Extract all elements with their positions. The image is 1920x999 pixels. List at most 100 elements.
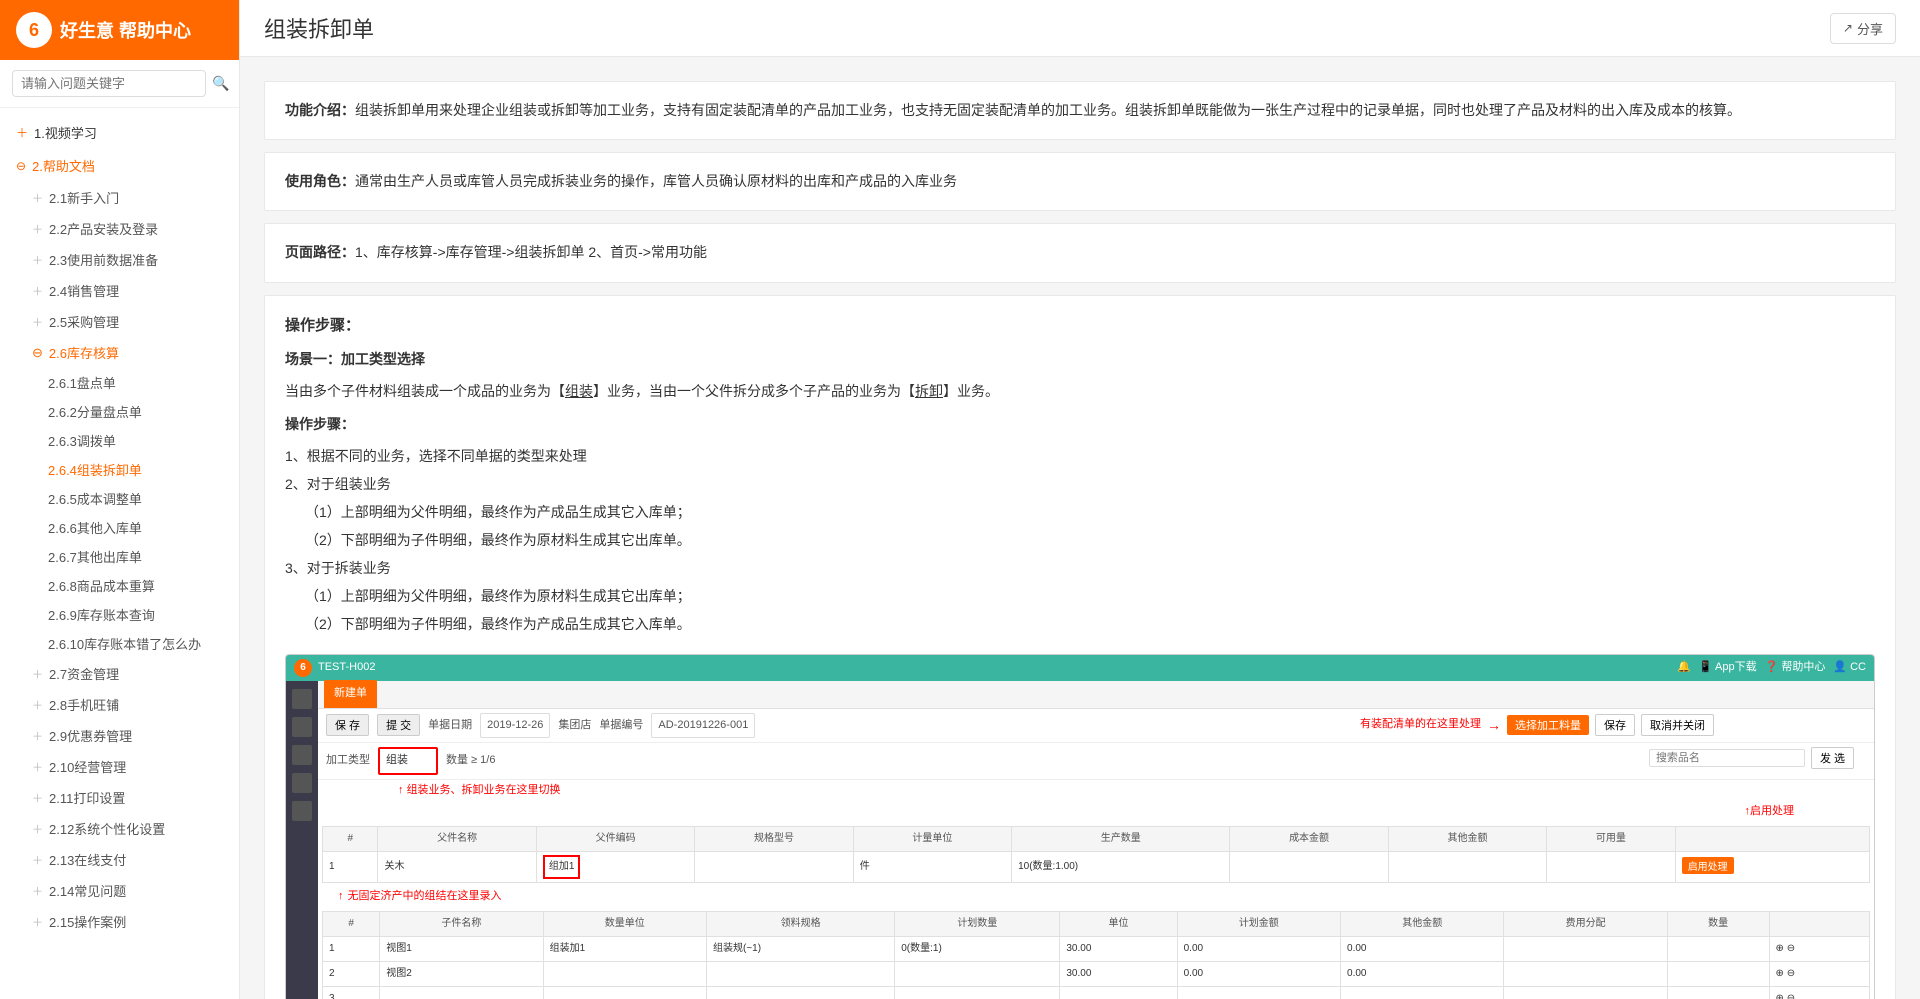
sidebar-item-costadj[interactable]: 2.6.5成本调整单 (0, 484, 239, 513)
sidebar-item-stockquery[interactable]: 2.6.9库存账本查询 (0, 600, 239, 629)
mock-cell (707, 961, 895, 986)
mock-main: 新建单 保 存 提 交 单据日期 2019-12-26 集团店 单据编号 (318, 681, 1874, 999)
expand-icon: ＋ (32, 252, 43, 268)
sidebar-item-mobile[interactable]: ＋ 2.8手机旺铺 (0, 689, 239, 720)
mock-cell: 组装加1 (543, 936, 706, 961)
sidebar-item-coupon[interactable]: ＋ 2.9优惠券管理 (0, 720, 239, 751)
main-area: 组装拆卸单 ↗ 分享 功能介绍：组装拆卸单用来处理企业组装或拆卸等加工业务，支持… (240, 0, 1920, 999)
mock-type-selector[interactable]: 组装 (378, 747, 438, 775)
mock-action-btn[interactable]: 启用处理 (1682, 857, 1734, 874)
sidebar-item-faq[interactable]: ＋ 2.14常见问题 (0, 875, 239, 906)
content-area: 功能介绍：组装拆卸单用来处理企业组装或拆卸等加工业务，支持有固定装配清单的产品加… (240, 57, 1920, 999)
path-text: 页面路径：1、库存核算->库存管理->组装拆卸单 2、首页->常用功能 (285, 240, 1875, 265)
mock-submit-btn[interactable]: 提 交 (377, 714, 420, 736)
sidebar-item-custom[interactable]: ＋ 2.12系统个性化设置 (0, 813, 239, 844)
mock-col-header: 可用量 (1547, 826, 1676, 851)
sidebar-item-label: 1.视频学习 (34, 123, 97, 142)
mock-title-icons: 🔔 📱 App下载 ❓ 帮助中心 👤 CC (1677, 658, 1866, 678)
sidebar-item-biz[interactable]: ＋ 2.10经营管理 (0, 751, 239, 782)
sidebar-item-assembly[interactable]: 2.6.4组装拆卸单 (0, 455, 239, 484)
sidebar-header: 6 好生意 帮助中心 (0, 0, 239, 60)
step1: 1、根据不同的业务，选择不同单据的类型来处理 (285, 442, 1875, 470)
mock-confirm-btn[interactable]: 发 选 (1811, 747, 1854, 769)
sidebar-item-costcalc[interactable]: 2.6.8商品成本重算 (0, 571, 239, 600)
mock-cell: 2 (323, 961, 380, 986)
sidebar-item-transfer[interactable]: 2.6.3调拨单 (0, 426, 239, 455)
mock-col-header: 成本金额 (1230, 826, 1388, 851)
page-title: 组装拆卸单 (264, 12, 374, 44)
sidebar-item-purchase[interactable]: ＋ 2.5采购管理 (0, 306, 239, 337)
sidebar-item-warehouse[interactable]: ⊖ 2.6库存核算 (0, 337, 239, 368)
mock-tabbar: 新建单 (318, 681, 1874, 709)
mock-form-toolbar: 保 存 提 交 单据日期 2019-12-26 集团店 单据编号 AD-2019… (318, 709, 1874, 744)
sub1-2: （2）下部明细为子件明细，最终作为原材料生成其它出库单。 (305, 526, 1875, 554)
mock-cell: 组装规(~1) (707, 936, 895, 961)
sidebar-item-print[interactable]: ＋ 2.11打印设置 (0, 782, 239, 813)
sidebar-item-docs[interactable]: ⊖ 2.帮助文档 (0, 149, 239, 182)
mock-search-sku[interactable] (1649, 749, 1805, 767)
mock-content-layout: 新建单 保 存 提 交 单据日期 2019-12-26 集团店 单据编号 (286, 681, 1874, 999)
role-label: 使用角色： (285, 173, 355, 189)
sub2: （1）上部明细为父件明细，最终作为原材料生成其它出库单； （2）下部明细为子件明… (285, 582, 1875, 638)
sidebar-item-otherout[interactable]: 2.6.7其他出库单 (0, 542, 239, 571)
expand-icon: ＋ (32, 314, 43, 330)
scenario1-steps-heading: 操作步骤： (285, 412, 1875, 437)
mock-cell (1667, 936, 1769, 961)
mock-save-btn[interactable]: 保 存 (326, 714, 369, 736)
mock-sidebar-icon (292, 745, 312, 765)
mock-cancel-btn[interactable]: 取消并关闭 (1641, 714, 1714, 736)
sidebar-item-sales[interactable]: ＋ 2.4销售管理 (0, 275, 239, 306)
sidebar-item-install[interactable]: ＋ 2.2产品安装及登录 (0, 213, 239, 244)
sidebar-item-data[interactable]: ＋ 2.3使用前数据准备 (0, 244, 239, 275)
sidebar-item-stockcount[interactable]: 2.6.1盘点单 (0, 368, 239, 397)
mock-col-header: 父件编码 (536, 826, 694, 851)
mock-title-text: TEST-H002 (318, 658, 375, 678)
expand-icon: ＋ (32, 666, 43, 682)
search-input[interactable] (12, 70, 206, 97)
sidebar-item-stockerror[interactable]: 2.6.10库存账本错了怎么办 (0, 629, 239, 658)
share-button[interactable]: ↗ 分享 (1830, 13, 1896, 44)
share-icon: ↗ (1843, 21, 1853, 35)
mock-cell (1504, 961, 1667, 986)
mock-col-header: 其他金额 (1341, 911, 1504, 936)
mock-top-table: # 父件名称 父件编码 规格型号 计量单位 生产数量 成本金额 其他金额 (322, 826, 1870, 883)
nav-tree: ＋ 1.视频学习 ⊖ 2.帮助文档 ＋ 2.1新手入门 ＋ 2.2产品安装及登录 (0, 108, 239, 999)
sidebar-item-partialcount[interactable]: 2.6.2分量盘点单 (0, 397, 239, 426)
mock-nobom-arrow: ↑ (338, 887, 344, 907)
mock-save-btn2[interactable]: 保存 (1595, 714, 1635, 736)
mock-col-header: 费用分配 (1504, 911, 1667, 936)
mock-sidebar-icon (292, 717, 312, 737)
nav-section-docs: ⊖ 2.帮助文档 ＋ 2.1新手入门 ＋ 2.2产品安装及登录 ＋ 2.3使用前… (0, 149, 239, 937)
mock-type-value: 组装 (386, 754, 408, 766)
sidebar-item-cases[interactable]: ＋ 2.15操作案例 (0, 906, 239, 937)
step3: 3、对于拆装业务 (285, 554, 1875, 582)
mock-annotation-nobom: ↑ 无固定济产中的组结在这里录入 (318, 887, 1874, 911)
expand-icon: ＋ (32, 790, 43, 806)
mock-cell: 0.00 (1341, 936, 1504, 961)
nav-children-docs: ＋ 2.1新手入门 ＋ 2.2产品安装及登录 ＋ 2.3使用前数据准备 ＋ 2.… (0, 182, 239, 937)
role-text: 使用角色：通常由生产人员或库管人员完成拆装业务的操作，库管人员确认原材料的出库和… (285, 169, 1875, 194)
mock-cell: 10(数量:1.00) (1012, 851, 1230, 882)
mock-titlebar: 6 TEST-H002 🔔 📱 App下载 ❓ 帮助中心 👤 CC (286, 655, 1874, 681)
sidebar-item-payment[interactable]: ＋ 2.13在线支付 (0, 844, 239, 875)
sidebar-item-newbie[interactable]: ＋ 2.1新手入门 (0, 182, 239, 213)
mock-sidebar-icon (292, 801, 312, 821)
mock-cell (543, 961, 706, 986)
mock-col-header: 计量单位 (853, 826, 1011, 851)
sidebar-item-otherin[interactable]: 2.6.6其他入库单 (0, 513, 239, 542)
collapse-icon: ⊖ (16, 159, 26, 173)
mock-cell: ⊕ ⊖ (1769, 961, 1869, 986)
mock-top-table-row: 1 关木 组加1 件 10(数量:1.00) (323, 851, 1870, 882)
sub1-1: （1）上部明细为父件明细，最终作为产成品生成其它入库单； (305, 498, 1875, 526)
sidebar-item-finance[interactable]: ＋ 2.7资金管理 (0, 658, 239, 689)
sidebar-item-videos[interactable]: ＋ 1.视频学习 (0, 116, 239, 149)
mock-sidebar-icon (292, 689, 312, 709)
mock-logo: 6 (294, 659, 312, 677)
mock-left-sidebar (286, 681, 318, 999)
mock-type-label: 加工类型 (326, 751, 370, 771)
mock-select-type-btn[interactable]: 选择加工料量 (1507, 715, 1589, 735)
mock-bottom-table-wrapper: # 子件名称 数量单位 领料规格 计划数量 单位 计划金额 其他金额 (318, 911, 1874, 999)
mock-bottom-table-row: 1 视图1 组装加1 组装规(~1) 0(数量:1) 30.00 0.00 0.… (323, 936, 1870, 961)
search-icon[interactable]: 🔍 (212, 75, 229, 92)
ops-section: 操作步骤： 场景一：加工类型选择 当由多个子件材料组装成一个成品的业务为【组装】… (264, 295, 1896, 999)
